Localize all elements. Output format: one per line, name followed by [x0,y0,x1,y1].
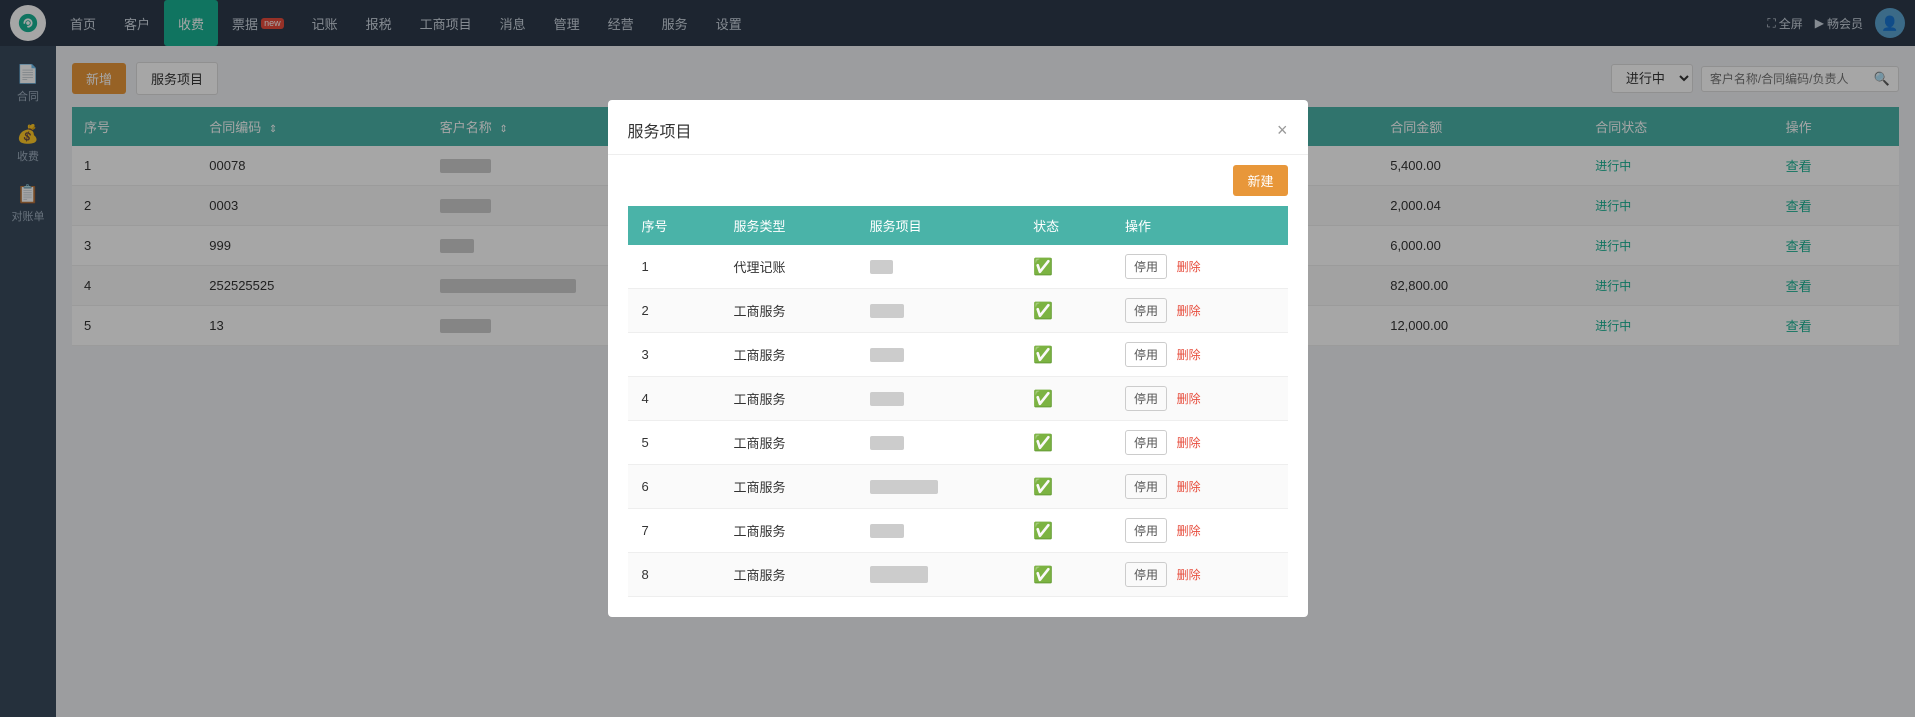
modal-title: 服务项目 [628,118,692,142]
stop-button[interactable]: 停用 [1125,430,1167,455]
modal-new-button[interactable]: 新建 [1233,165,1287,196]
stop-button[interactable]: 停用 [1125,474,1167,499]
delete-button[interactable]: 删除 [1177,343,1201,366]
modal-cell-status: ✅ [1019,377,1111,421]
modal-cell-item: ████████ [856,465,1019,509]
modal-cell-item: ████ [856,421,1019,465]
modal-cell-index: 7 [628,509,720,553]
modal-cell-status: ✅ [1019,289,1111,333]
modal-col-item: 服务项目 [856,206,1019,245]
modal-cell-actions: 停用 删除 [1111,245,1287,289]
modal-toolbar: 新建 [608,155,1308,206]
status-check-icon: ✅ [1033,391,1053,408]
modal-cell-type: 工商服务 [719,377,855,421]
delete-button[interactable]: 删除 [1177,255,1201,278]
modal-table-row: 7 工商服务 ████ ✅ 停用 删除 [628,509,1288,553]
stop-button[interactable]: 停用 [1125,518,1167,543]
modal-cell-status: ✅ [1019,333,1111,377]
status-check-icon: ✅ [1033,435,1053,452]
modal-cell-item: ████ [856,333,1019,377]
modal-table-row: 1 代理记账 ██1 ✅ 停用 删除 [628,245,1288,289]
modal-cell-actions: 停用 删除 [1111,333,1287,377]
modal-cell-type: 工商服务 [719,465,855,509]
modal-table-row: 5 工商服务 ████ ✅ 停用 删除 [628,421,1288,465]
modal-cell-index: 1 [628,245,720,289]
modal-cell-item: ████ [856,289,1019,333]
modal-cell-status: ✅ [1019,421,1111,465]
modal-cell-actions: 停用 删除 [1111,553,1287,597]
delete-button[interactable]: 删除 [1177,299,1201,322]
modal-col-action: 操作 [1111,206,1287,245]
modal-cell-index: 6 [628,465,720,509]
modal-cell-actions: 停用 删除 [1111,377,1287,421]
stop-button[interactable]: 停用 [1125,386,1167,411]
modal-header: 服务项目 × [608,100,1308,155]
modal-cell-type: 工商服务 [719,333,855,377]
stop-button[interactable]: 停用 [1125,254,1167,279]
modal-cell-index: 3 [628,333,720,377]
modal-header-row: 序号 服务类型 服务项目 状态 操作 [628,206,1288,245]
modal-cell-type: 工商服务 [719,289,855,333]
modal-cell-actions: 停用 删除 [1111,421,1287,465]
modal-col-index: 序号 [628,206,720,245]
modal-cell-item: ████注册 [856,553,1019,597]
modal-cell-actions: 停用 删除 [1111,289,1287,333]
status-check-icon: ✅ [1033,347,1053,364]
delete-button[interactable]: 删除 [1177,431,1201,454]
status-check-icon: ✅ [1033,523,1053,540]
modal-cell-index: 4 [628,377,720,421]
status-check-icon: ✅ [1033,479,1053,496]
stop-button[interactable]: 停用 [1125,562,1167,587]
modal-cell-item: ████ [856,377,1019,421]
modal-cell-status: ✅ [1019,245,1111,289]
modal-close-button[interactable]: × [1277,120,1288,141]
modal-table-row: 4 工商服务 ████ ✅ 停用 删除 [628,377,1288,421]
modal-cell-index: 8 [628,553,720,597]
delete-button[interactable]: 删除 [1177,387,1201,410]
modal-col-status: 状态 [1019,206,1111,245]
modal-table: 序号 服务类型 服务项目 状态 操作 1 代理记账 ██1 ✅ 停用 删除 2 … [628,206,1288,597]
modal-cell-index: 5 [628,421,720,465]
modal-cell-status: ✅ [1019,509,1111,553]
modal-cell-type: 工商服务 [719,509,855,553]
status-check-icon: ✅ [1033,259,1053,276]
modal-cell-type: 工商服务 [719,553,855,597]
status-check-icon: ✅ [1033,567,1053,584]
modal-cell-actions: 停用 删除 [1111,465,1287,509]
modal-cell-status: ✅ [1019,465,1111,509]
modal-table-row: 6 工商服务 ████████ ✅ 停用 删除 [628,465,1288,509]
stop-button[interactable]: 停用 [1125,298,1167,323]
modal-cell-type: 代理记账 [719,245,855,289]
status-check-icon: ✅ [1033,303,1053,320]
delete-button[interactable]: 删除 [1177,519,1201,542]
modal-overlay[interactable]: 服务项目 × 新建 序号 服务类型 服务项目 状态 操作 1 代理记账 [0,0,1915,717]
modal-table-row: 2 工商服务 ████ ✅ 停用 删除 [628,289,1288,333]
modal-table-body: 1 代理记账 ██1 ✅ 停用 删除 2 工商服务 ████ ✅ 停用 删除 3… [628,245,1288,597]
delete-button[interactable]: 删除 [1177,563,1201,586]
modal-cell-index: 2 [628,289,720,333]
modal-table-row: 3 工商服务 ████ ✅ 停用 删除 [628,333,1288,377]
modal-table-row: 8 工商服务 ████注册 ✅ 停用 删除 [628,553,1288,597]
modal-col-type: 服务类型 [719,206,855,245]
modal-cell-item: ██1 [856,245,1019,289]
service-items-modal: 服务项目 × 新建 序号 服务类型 服务项目 状态 操作 1 代理记账 [608,100,1308,617]
modal-body: 序号 服务类型 服务项目 状态 操作 1 代理记账 ██1 ✅ 停用 删除 2 … [608,206,1308,617]
modal-cell-type: 工商服务 [719,421,855,465]
modal-cell-actions: 停用 删除 [1111,509,1287,553]
modal-cell-status: ✅ [1019,553,1111,597]
stop-button[interactable]: 停用 [1125,342,1167,367]
delete-button[interactable]: 删除 [1177,475,1201,498]
modal-cell-item: ████ [856,509,1019,553]
